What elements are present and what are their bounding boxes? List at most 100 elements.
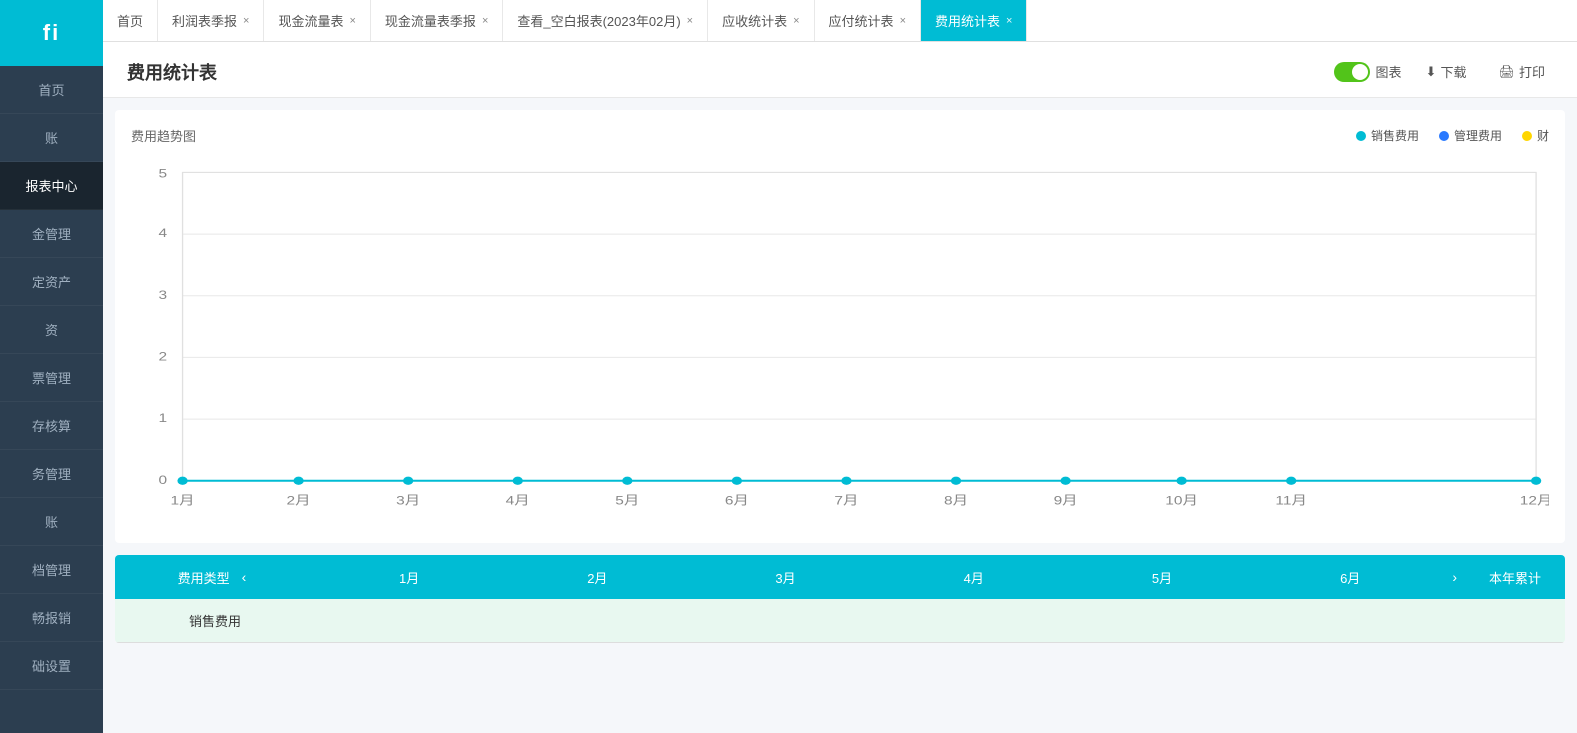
tab-home-label: 首页 xyxy=(117,11,143,30)
sidebar-item-payable[interactable]: 账 xyxy=(0,498,103,546)
tab-payable-stat-label: 应付统计表 xyxy=(829,11,894,30)
chart-legend: 销售费用 管理费用 财 xyxy=(1356,127,1549,144)
nav-prev-arrow[interactable]: ‹ xyxy=(236,567,253,587)
th-month-3: 3月 xyxy=(691,568,879,587)
legend-finance: 财 xyxy=(1522,127,1549,144)
sidebar-item-invoice[interactable]: 票管理 xyxy=(0,354,103,402)
chart-toggle-container[interactable]: 图表 xyxy=(1334,62,1402,82)
legend-finance-label: 财 xyxy=(1537,127,1549,144)
svg-text:2: 2 xyxy=(158,349,167,363)
table-row: 销售费用 xyxy=(115,599,1565,643)
sidebar-item-service[interactable]: 务管理 xyxy=(0,450,103,498)
svg-text:3: 3 xyxy=(158,287,167,301)
tab-cashflow-q-label: 现金流量表季报 xyxy=(385,11,476,30)
tab-cashflow[interactable]: 现金流量表 × xyxy=(264,0,370,41)
legend-admin-dot xyxy=(1439,131,1449,141)
sidebar-item-inventory[interactable]: 存核算 xyxy=(0,402,103,450)
svg-text:1: 1 xyxy=(158,411,167,425)
th-month-1: 1月 xyxy=(315,568,503,587)
legend-sales: 销售费用 xyxy=(1356,127,1419,144)
chart-header: 费用趋势图 销售费用 管理费用 财 xyxy=(131,126,1549,145)
sidebar-item-fund[interactable]: 金管理 xyxy=(0,210,103,258)
tab-cashflow-close[interactable]: × xyxy=(349,15,355,27)
th-month-4: 4月 xyxy=(880,568,1068,587)
table-header: 费用类型 ‹ 1月 2月 3月 4月 5月 6月 › 本年累计 xyxy=(115,555,1565,599)
tab-expense-close[interactable]: × xyxy=(1006,15,1012,27)
print-icon: 🖨 xyxy=(1498,64,1515,80)
svg-text:5: 5 xyxy=(158,166,167,180)
th-month-5: 5月 xyxy=(1068,568,1256,587)
sidebar-item-settings[interactable]: 础设置 xyxy=(0,642,103,690)
th-type-label: 费用类型 xyxy=(178,568,230,587)
svg-text:12月: 12月 xyxy=(1520,493,1549,507)
chart-toggle-label: 图表 xyxy=(1376,62,1402,81)
svg-text:0: 0 xyxy=(158,472,167,486)
legend-admin: 管理费用 xyxy=(1439,127,1502,144)
legend-sales-dot xyxy=(1356,131,1366,141)
download-button[interactable]: ⬇ 下载 xyxy=(1418,58,1475,85)
tab-payable-stat[interactable]: 应付统计表 × xyxy=(815,0,921,41)
chart-svg: 0 1 2 3 4 5 xyxy=(131,157,1549,527)
print-label: 打印 xyxy=(1519,62,1545,81)
tab-cashflow-q[interactable]: 现金流量表季报 × xyxy=(371,0,503,41)
chart-toggle[interactable] xyxy=(1334,62,1370,82)
download-label: 下载 xyxy=(1440,62,1466,81)
tab-expense-label: 费用统计表 xyxy=(935,11,1000,30)
header-actions: 图表 ⬇ 下载 🖨 打印 xyxy=(1334,58,1553,85)
svg-text:3月: 3月 xyxy=(396,493,420,507)
tab-bar: 首页 利润表季报 × 现金流量表 × 现金流量表季报 × 查看_空白报表(202… xyxy=(103,0,1577,42)
main-area: 首页 利润表季报 × 现金流量表 × 现金流量表季报 × 查看_空白报表(202… xyxy=(103,0,1577,733)
sidebar-item-home[interactable]: 首页 xyxy=(0,66,103,114)
td-type-sales: 销售费用 xyxy=(115,611,315,630)
svg-text:6月: 6月 xyxy=(725,493,749,507)
sidebar-item-account[interactable]: 账 xyxy=(0,114,103,162)
svg-text:1月: 1月 xyxy=(171,493,195,507)
tab-cashflow-q-close[interactable]: × xyxy=(482,15,488,27)
tab-profit[interactable]: 利润表季报 × xyxy=(158,0,264,41)
tab-check-blank-close[interactable]: × xyxy=(687,15,693,27)
legend-sales-label: 销售费用 xyxy=(1371,127,1419,144)
sidebar-item-report[interactable]: 报表中心 xyxy=(0,162,103,210)
tab-expense[interactable]: 费用统计表 × xyxy=(921,0,1027,41)
legend-admin-label: 管理费用 xyxy=(1454,127,1502,144)
th-month-2: 2月 xyxy=(503,568,691,587)
th-month-6: 6月 xyxy=(1256,568,1444,587)
sidebar-item-assets[interactable]: 定资产 xyxy=(0,258,103,306)
tab-profit-label: 利润表季报 xyxy=(172,11,237,30)
svg-text:7月: 7月 xyxy=(834,493,858,507)
th-cumulative: 本年累计 xyxy=(1465,568,1565,587)
chart-container: 0 1 2 3 4 5 xyxy=(131,157,1549,527)
page-header: 费用统计表 图表 ⬇ 下载 🖨 打印 xyxy=(103,42,1577,98)
nav-next-arrow[interactable]: › xyxy=(1444,569,1465,585)
svg-text:2月: 2月 xyxy=(287,493,311,507)
svg-text:4: 4 xyxy=(158,226,167,240)
svg-text:8月: 8月 xyxy=(944,493,968,507)
tab-receivable-label: 应收统计表 xyxy=(722,11,787,30)
tab-profit-close[interactable]: × xyxy=(243,15,249,27)
page-content: 费用统计表 图表 ⬇ 下载 🖨 打印 费用趋势图 xyxy=(103,42,1577,733)
svg-text:11月: 11月 xyxy=(1275,493,1306,507)
sidebar: fi 首页 账 报表中心 金管理 定资产 资 票管理 存核算 务管理 账 档管理… xyxy=(0,0,103,733)
tab-home[interactable]: 首页 xyxy=(103,0,158,41)
th-type: 费用类型 ‹ xyxy=(115,567,315,587)
sidebar-item-salary[interactable]: 资 xyxy=(0,306,103,354)
download-icon: ⬇ xyxy=(1426,64,1437,80)
sidebar-logo: fi xyxy=(0,0,103,66)
expense-table: 费用类型 ‹ 1月 2月 3月 4月 5月 6月 › 本年累计 销售费用 xyxy=(115,555,1565,643)
svg-text:4月: 4月 xyxy=(506,493,530,507)
print-button[interactable]: 🖨 打印 xyxy=(1490,58,1553,85)
tab-receivable-close[interactable]: × xyxy=(793,15,799,27)
chart-title: 费用趋势图 xyxy=(131,126,196,145)
sidebar-item-archive[interactable]: 档管理 xyxy=(0,546,103,594)
tab-cashflow-label: 现金流量表 xyxy=(278,11,343,30)
tab-check-blank[interactable]: 查看_空白报表(2023年02月) × xyxy=(503,0,708,41)
svg-text:9月: 9月 xyxy=(1054,493,1078,507)
tab-payable-stat-close[interactable]: × xyxy=(900,15,906,27)
legend-finance-dot xyxy=(1522,131,1532,141)
chart-section: 费用趋势图 销售费用 管理费用 财 xyxy=(115,110,1565,543)
page-title: 费用统计表 xyxy=(127,59,217,85)
svg-text:5月: 5月 xyxy=(615,493,639,507)
sidebar-item-refund[interactable]: 畅报销 xyxy=(0,594,103,642)
svg-text:10月: 10月 xyxy=(1165,493,1198,507)
tab-receivable[interactable]: 应收统计表 × xyxy=(708,0,814,41)
